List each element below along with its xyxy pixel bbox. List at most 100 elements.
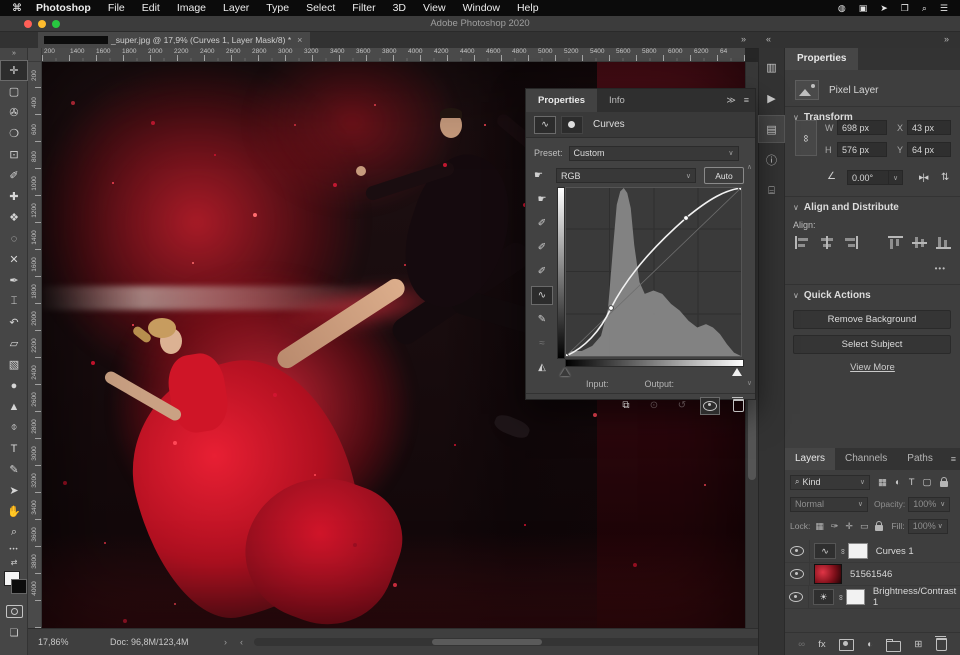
type-tool[interactable]: T [0, 438, 28, 459]
horizontal-scrollbar-thumb[interactable] [432, 639, 542, 645]
menu-filter[interactable]: Filter [352, 2, 375, 14]
vertical-ruler[interactable]: 2004006008001000120014001600180020002200… [28, 62, 42, 628]
healing-brush-tool[interactable]: ❖ [0, 207, 28, 228]
tab-properties[interactable]: Properties [785, 48, 858, 70]
panel-menu-icon[interactable]: ≡ [744, 95, 749, 106]
edit-toolbar-icon[interactable]: ••• [9, 543, 18, 557]
lock-artboard-icon[interactable]: ▭ [860, 521, 869, 532]
width-field[interactable]: 698 px [837, 120, 887, 135]
history-brush-tool[interactable]: ↶ [0, 312, 28, 333]
close-tab-icon[interactable]: × [297, 35, 302, 45]
new-group-icon[interactable] [886, 638, 901, 652]
tab-paths[interactable]: Paths [897, 448, 943, 470]
display-icon[interactable]: ▣ [859, 3, 868, 14]
layer-visibility-eye-icon[interactable] [785, 586, 809, 608]
flip-vertical-icon[interactable]: ⇅ [941, 172, 949, 183]
swatches-panel-icon[interactable]: ▥ [759, 54, 784, 80]
menu-layer[interactable]: Layer [223, 2, 249, 14]
search-icon[interactable]: ⌕ [922, 3, 927, 14]
background-color-swatch[interactable] [11, 579, 27, 594]
pen-tool[interactable]: ✎ [0, 459, 28, 480]
menu-type[interactable]: Type [266, 2, 289, 14]
filter-shape-icon[interactable]: ▢ [923, 477, 932, 488]
tone-curve[interactable] [566, 188, 741, 356]
tab-overflow-icon[interactable]: » [741, 34, 746, 44]
white-point-eyedropper-icon[interactable]: ✐ [532, 263, 552, 280]
align-left-icon[interactable] [795, 236, 810, 249]
blur-tool[interactable]: ● [0, 375, 28, 396]
link-dimensions-icon[interactable]: ∞ [795, 120, 817, 156]
menu-photoshop[interactable]: Photoshop [36, 2, 91, 14]
zoom-level[interactable]: 17,86% [38, 637, 69, 647]
new-layer-icon[interactable]: ⊞ [914, 639, 922, 650]
mask-link-icon[interactable]: ∞ [838, 548, 847, 554]
panel-menu-icon[interactable]: ≡ [951, 448, 956, 470]
lock-position-icon[interactable]: ✛ [845, 521, 853, 532]
layer-mask-thumbnail[interactable] [846, 589, 865, 605]
patch-tool[interactable]: ◌ [0, 228, 28, 249]
remove-background-button[interactable]: Remove Background [793, 310, 951, 329]
view-more-link[interactable]: View More [785, 362, 960, 373]
move-tool[interactable]: ✛ [0, 60, 28, 81]
dock-expand-icon[interactable]: » [944, 34, 948, 44]
rotation-field[interactable]: 0.00° [847, 170, 889, 185]
gradient-tool[interactable]: ▧ [0, 354, 28, 375]
menu-select[interactable]: Select [306, 2, 335, 14]
filter-adjustment-icon[interactable]: ◐ [895, 477, 901, 488]
rectangular-marquee-tool[interactable]: ▢ [0, 81, 28, 102]
panel-collapse-icon[interactable]: ≫ [726, 95, 735, 106]
screen-mirroring-icon[interactable]: ❐ [901, 3, 909, 14]
gray-point-eyedropper-icon[interactable]: ✐ [532, 239, 552, 256]
menu-window[interactable]: Window [463, 2, 500, 14]
menu-edit[interactable]: Edit [142, 2, 160, 14]
swap-colors-icon[interactable]: ⇄ [11, 557, 18, 569]
reset-icon[interactable]: ↺ [673, 398, 691, 414]
crop-tool[interactable]: ⊡ [0, 144, 28, 165]
layer-name[interactable]: Curves 1 [876, 546, 914, 557]
horizontal-ruler[interactable]: 2001400160018002000220024002600280030003… [42, 48, 745, 62]
brush-tool[interactable]: ✒ [0, 270, 28, 291]
screen-mode-icon[interactable]: ❏ [10, 628, 19, 639]
add-layer-mask-icon[interactable] [839, 639, 854, 651]
mask-link-icon[interactable]: ∞ [836, 594, 845, 600]
delete-adjustment-icon[interactable] [729, 398, 747, 414]
more-options-icon[interactable]: ••• [935, 264, 946, 273]
highlight-input-slider[interactable] [732, 368, 742, 376]
menu-file[interactable]: File [108, 2, 125, 14]
eraser-tool[interactable]: ▱ [0, 333, 28, 354]
align-right-icon[interactable] [843, 236, 858, 249]
content-aware-move-tool[interactable]: ✕ [0, 249, 28, 270]
sharpen-tool[interactable]: ▲ [0, 396, 28, 417]
layer-mask-thumbnail[interactable] [848, 543, 868, 559]
align-top-icon[interactable] [888, 236, 903, 249]
smooth-icon[interactable]: ≈ [532, 335, 552, 352]
lock-all-icon[interactable] [875, 525, 883, 531]
clone-stamp-tool[interactable]: ⌶ [0, 291, 28, 312]
lock-paint-icon[interactable]: ✑ [831, 521, 839, 532]
channel-dropdown[interactable]: RGB ∨ [556, 168, 696, 183]
targeted-adjustment-icon[interactable]: ☛ [532, 191, 552, 208]
info-panel-icon[interactable]: ⓘ [759, 147, 784, 173]
dodge-tool[interactable]: ⌽ [0, 417, 28, 438]
select-subject-button[interactable]: Select Subject [793, 335, 951, 354]
blend-mode-dropdown[interactable]: Normal ∨ [790, 497, 868, 512]
horizontal-scrollbar[interactable] [254, 638, 768, 646]
dock-collapse-icon[interactable]: « [766, 34, 770, 44]
align-section-header[interactable]: ∨Align and Distribute [793, 202, 899, 213]
menu-3d[interactable]: 3D [393, 2, 406, 14]
new-adjustment-layer-icon[interactable]: ◐ [867, 639, 873, 650]
layer-row-brightness[interactable]: ☀ ∞ Brightness/Contrast 1 [785, 586, 960, 609]
layer-name[interactable]: Brightness/Contrast 1 [873, 586, 960, 608]
creative-cloud-icon[interactable]: ◍ [838, 3, 846, 14]
fill-dropdown[interactable]: 100% ∨ [908, 519, 948, 534]
scroll-left-arrow[interactable]: ‹ [240, 637, 243, 647]
edit-points-icon[interactable]: ∿ [532, 287, 552, 304]
lasso-tool[interactable]: ✇ [0, 102, 28, 123]
curves-adjustment-thumbnail[interactable]: ∿ [814, 543, 836, 559]
zoom-tool[interactable]: ⌕ [0, 522, 28, 543]
layer-visibility-eye-icon[interactable] [785, 540, 810, 562]
layer-effects-icon[interactable]: fx [818, 639, 825, 650]
y-field[interactable]: 64 px [907, 142, 951, 157]
status-menu-chevron[interactable]: › [224, 637, 227, 647]
menu-help[interactable]: Help [517, 2, 539, 14]
